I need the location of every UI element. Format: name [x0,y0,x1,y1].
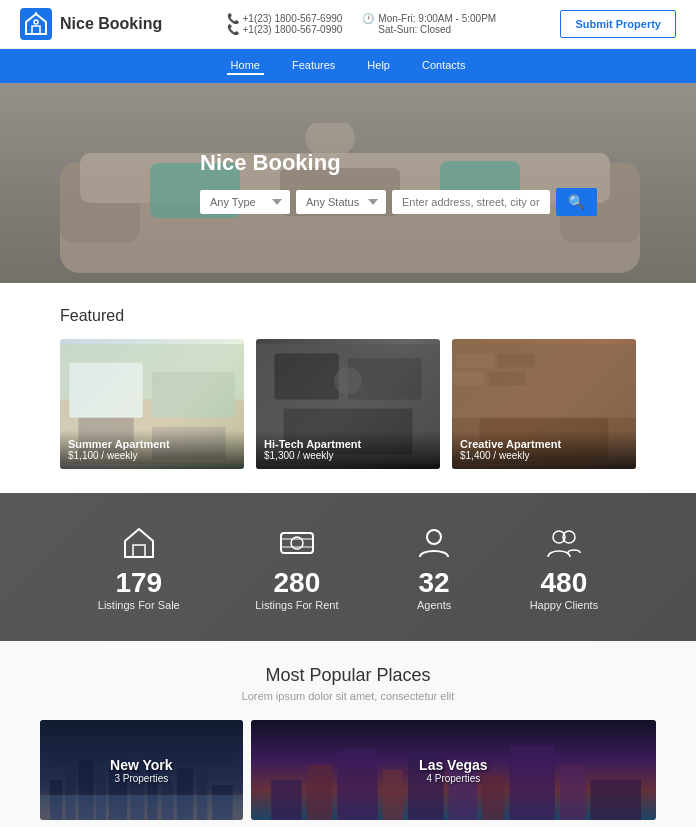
stat-2-label: Agents [414,599,454,611]
svg-rect-30 [281,533,313,553]
phone2: +1(23) 1800-567-0990 [243,24,343,35]
stat-2-number: 32 [414,567,454,599]
card-0-price: $1,100 / weekly [68,450,236,461]
card-1-name: Hi-Tech Apartment [264,438,432,450]
card-0-overlay: Summer Apartment $1,100 / weekly [60,430,244,469]
svg-rect-24 [457,353,494,367]
featured-card-1[interactable]: Hi-Tech Apartment $1,300 / weekly [256,339,440,469]
main-nav: Home Features Help Contacts [0,49,696,83]
clients-icon [544,523,584,563]
svg-rect-25 [498,353,535,367]
stat-1-number: 280 [255,567,338,599]
svg-rect-13 [69,363,143,418]
hours2: Sat-Sun: Closed [378,24,451,35]
submit-property-button[interactable]: Submit Property [560,10,676,38]
logo-text: Nice Booking [60,15,162,33]
stat-listings-rent: 280 Listings For Rent [255,523,338,611]
popular-places-section: Most Popular Places Lorem ipsum dolor si… [0,641,696,827]
stat-listings-sale: 179 Listings For Sale [98,523,180,611]
card-2-overlay: Creative Apartment $1,400 / weekly [452,430,636,469]
phone1: +1(23) 1800-567-6990 [243,13,343,24]
hours1: Mon-Fri: 9:00AM - 5:00PM [378,13,496,24]
stats-section: 179 Listings For Sale 280 Listings For R… [0,493,696,641]
nav-contacts[interactable]: Contacts [418,57,469,75]
new-york-name: New York [110,757,173,773]
stat-3-label: Happy Clients [530,599,598,611]
phone2-icon: 📞 [227,24,239,35]
hours-info: 🕐 Mon-Fri: 9:00AM - 5:00PM Sat-Sun: Clos… [362,13,496,35]
featured-cards: Summer Apartment $1,100 / weekly Hi-Tech… [60,339,636,469]
svg-point-34 [427,530,441,544]
svg-rect-29 [133,545,145,557]
svg-rect-18 [274,353,338,399]
hero-section: Nice Booking Any Type House Apartment An… [0,83,696,283]
card-2-name: Creative Apartment [460,438,628,450]
stat-3-number: 480 [530,567,598,599]
nav-help[interactable]: Help [363,57,394,75]
card-0-name: Summer Apartment [68,438,236,450]
search-button[interactable]: 🔍 [556,188,597,216]
stat-0-number: 179 [98,567,180,599]
new-york-overlay: New York 3 Properties [40,720,243,820]
phone-icon: 📞 [227,13,239,24]
nav-home[interactable]: Home [227,57,264,75]
svg-rect-27 [489,372,526,386]
new-york-props: 3 Properties [114,773,168,784]
search-bar: Any Type House Apartment Any Status For … [200,188,496,216]
card-2-price: $1,400 / weekly [460,450,628,461]
nav-features[interactable]: Features [288,57,339,75]
svg-rect-26 [452,372,484,386]
popular-places-title: Most Popular Places [40,665,656,686]
featured-card-0[interactable]: Summer Apartment $1,100 / weekly [60,339,244,469]
contact-info: 📞 +1(23) 1800-567-6990 📞 +1(23) 1800-567… [227,13,343,35]
logo-icon [20,8,52,40]
hero-title: Nice Booking [200,150,496,176]
places-top-row: New York 3 Properties Las Vegas 4 Pr [40,720,656,820]
type-select[interactable]: Any Type House Apartment [200,190,290,214]
stat-0-label: Listings For Sale [98,599,180,611]
header: Nice Booking 📞 +1(23) 1800-567-6990 📞 +1… [0,0,696,49]
money-icon [277,523,317,563]
svg-rect-14 [152,372,235,418]
stat-clients: 480 Happy Clients [530,523,598,611]
clock-icon: 🕐 [362,13,374,24]
card-1-price: $1,300 / weekly [264,450,432,461]
featured-section: Featured Summer Apartment $1,100 / weekl… [0,283,696,493]
address-input[interactable] [392,190,550,214]
las-vegas-props: 4 Properties [426,773,480,784]
featured-card-2[interactable]: Creative Apartment $1,400 / weekly [452,339,636,469]
svg-point-21 [334,367,362,395]
card-1-overlay: Hi-Tech Apartment $1,300 / weekly [256,430,440,469]
las-vegas-name: Las Vegas [419,757,488,773]
las-vegas-overlay: Las Vegas 4 Properties [251,720,656,820]
home-icon [119,523,159,563]
agent-icon [414,523,454,563]
status-select[interactable]: Any Status For Sale For Rent [296,190,386,214]
featured-title: Featured [60,307,636,325]
place-card-las-vegas[interactable]: Las Vegas 4 Properties [251,720,656,820]
popular-places-subtitle: Lorem ipsum dolor sit amet, consectetur … [40,690,656,702]
stat-agents: 32 Agents [414,523,454,611]
stat-1-label: Listings For Rent [255,599,338,611]
logo: Nice Booking [20,8,162,40]
place-card-new-york[interactable]: New York 3 Properties [40,720,243,820]
